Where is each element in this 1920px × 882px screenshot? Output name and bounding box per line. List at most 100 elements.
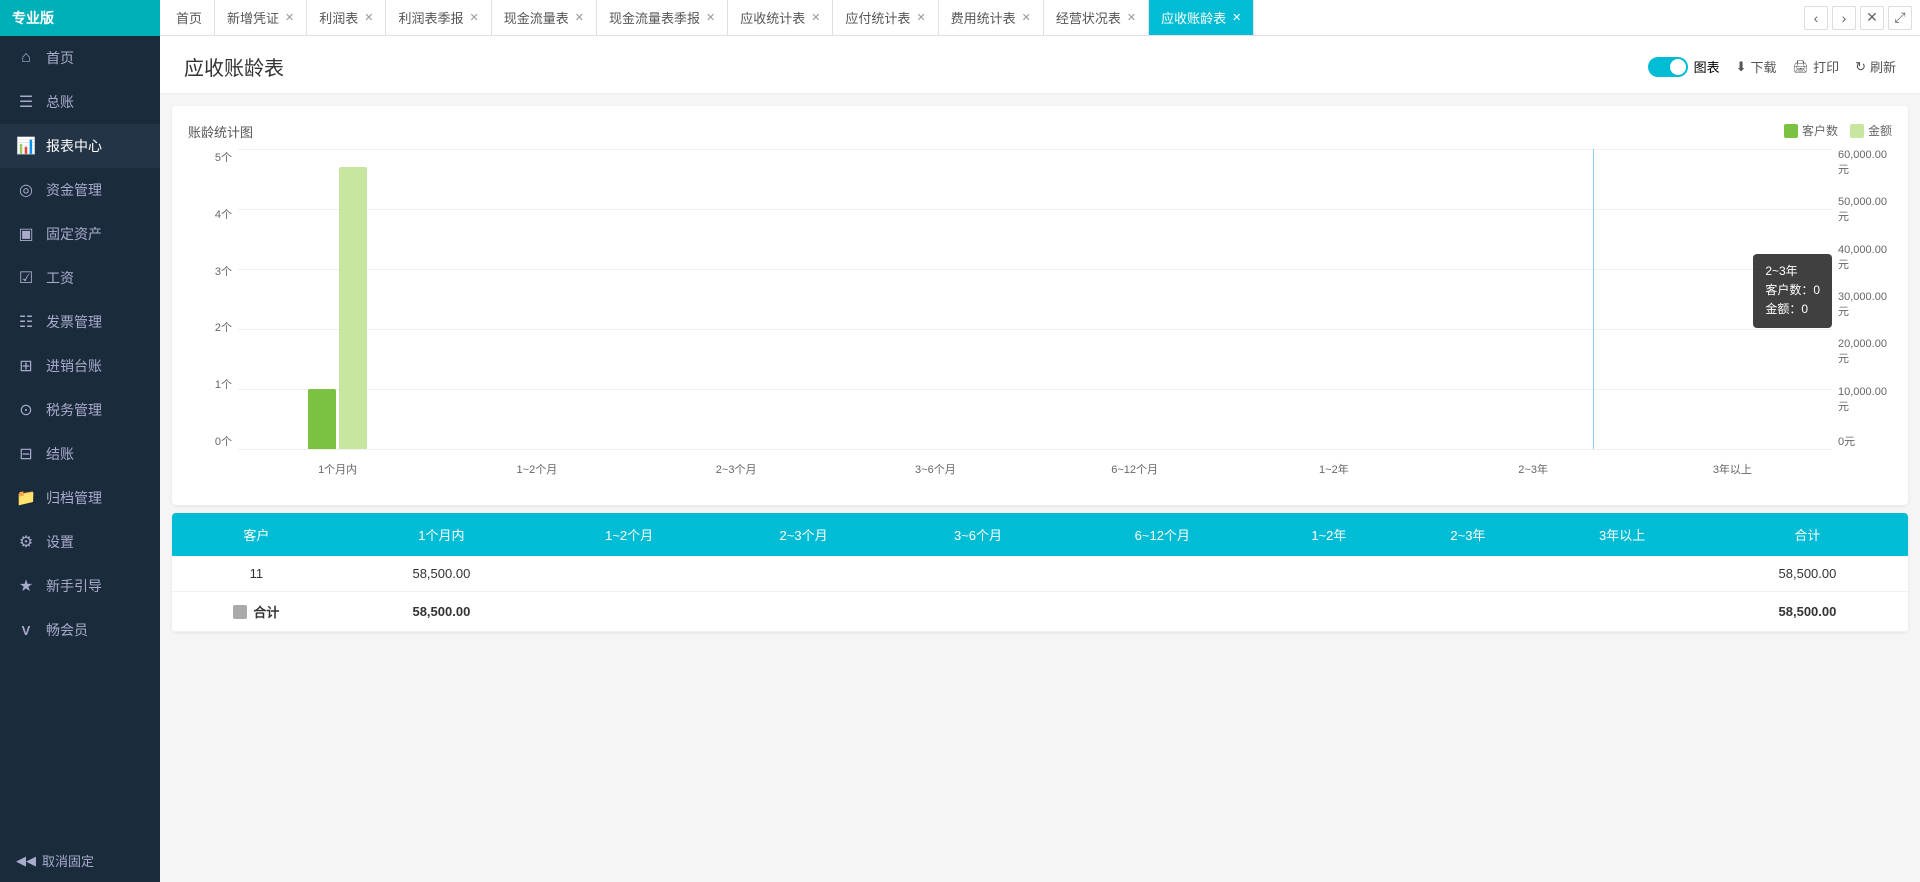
sidebar-item-member[interactable]: V 畅会员 — [0, 608, 160, 652]
sidebar-label-purchase: 进销台账 — [46, 356, 102, 376]
tax-icon: ⊙ — [16, 400, 36, 420]
header-actions: 图表 ⬇ 下载 🖨 打印 ↻ 刷新 — [1648, 57, 1896, 77]
legend-customers: 客户数 — [1784, 122, 1838, 139]
total-month36 — [891, 592, 1065, 632]
sidebar-item-home[interactable]: ⌂ 首页 — [0, 36, 160, 80]
tab-ar-stats[interactable]: 应收统计表 ✕ — [728, 0, 833, 36]
y-right-50k: 50,000.00元 — [1838, 196, 1892, 224]
tab-close-all-button[interactable]: ✕ — [1860, 6, 1884, 30]
print-icon: 🖨 — [1793, 59, 1810, 75]
sidebar-label-invoice: 发票管理 — [46, 312, 102, 332]
total-month1: 58,500.00 — [341, 592, 542, 632]
tooltip-category: 2~3年 — [1765, 262, 1820, 281]
tab-expense-stats[interactable]: 费用统计表 ✕ — [939, 0, 1044, 36]
sidebar-label-archive: 归档管理 — [46, 488, 102, 508]
unpin-label: 取消固定 — [42, 851, 94, 870]
x-axis: 1个月内 1~2个月 2~3个月 3~6个月 6~12个月 1~2年 2~3年 … — [238, 449, 1832, 489]
bar-group-month36 — [836, 149, 1035, 449]
tab-voucher[interactable]: 新增凭证 ✕ — [215, 0, 307, 36]
sidebar-item-reports[interactable]: 📊 报表中心 — [0, 124, 160, 168]
tab-cashflow-quarterly[interactable]: 现金流量表季报 ✕ — [597, 0, 728, 36]
sidebar-item-ledger[interactable]: ☰ 总账 — [0, 80, 160, 124]
row-month1: 58,500.00 — [341, 556, 542, 592]
toggle-track[interactable] — [1648, 57, 1688, 77]
sidebar-item-closing[interactable]: ⊟ 结账 — [0, 432, 160, 476]
tab-prev-button[interactable]: ‹ — [1804, 6, 1828, 30]
sidebar-item-archive[interactable]: 📁 归档管理 — [0, 476, 160, 520]
tab-ar-stats-close[interactable]: ✕ — [811, 11, 820, 24]
tab-voucher-close[interactable]: ✕ — [285, 11, 294, 24]
tab-ap-stats-close[interactable]: ✕ — [916, 11, 925, 24]
sidebar-item-tax[interactable]: ⊙ 税务管理 — [0, 388, 160, 432]
col-month36: 3~6个月 — [891, 513, 1065, 556]
toggle-thumb — [1670, 59, 1686, 75]
y-axis-left: 5个 4个 3个 2个 1个 0个 — [188, 149, 238, 449]
unpin-button[interactable]: ◀◀ 取消固定 — [0, 839, 160, 882]
refresh-button[interactable]: ↻ 刷新 — [1855, 57, 1896, 76]
tab-ar-aging[interactable]: 应收账龄表 ✕ — [1149, 0, 1254, 36]
tab-ap-stats[interactable]: 应付统计表 ✕ — [833, 0, 938, 36]
row-month36 — [891, 556, 1065, 592]
total-icon — [233, 605, 247, 619]
page-title: 应收账龄表 — [184, 52, 284, 81]
sidebar-label-salary: 工资 — [46, 268, 74, 288]
tab-cashflow-quarterly-close[interactable]: ✕ — [706, 11, 715, 24]
tab-next-button[interactable]: › — [1832, 6, 1856, 30]
sidebar-label-assets: 固定资产 — [46, 224, 102, 244]
sidebar-item-invoice[interactable]: ☷ 发票管理 — [0, 300, 160, 344]
tab-profit-close[interactable]: ✕ — [364, 11, 373, 24]
sidebar-label-tax: 税务管理 — [46, 400, 102, 420]
row-year3plus — [1537, 556, 1706, 592]
sidebar-item-guide[interactable]: ★ 新手引导 — [0, 564, 160, 608]
bar-group-year23 — [1434, 149, 1633, 449]
tab-maximize-button[interactable]: ⤢ — [1888, 6, 1912, 30]
tab-profit-quarterly-close[interactable]: ✕ — [470, 11, 479, 24]
chart-crosshair — [1593, 149, 1594, 449]
sidebar-item-assets[interactable]: ▣ 固定资产 — [0, 212, 160, 256]
tab-profit[interactable]: 利润表 ✕ — [307, 0, 386, 36]
purchase-icon: ⊞ — [16, 356, 36, 376]
download-button[interactable]: ⬇ 下载 — [1736, 57, 1777, 76]
row-year12 — [1259, 556, 1398, 592]
chart-container: 5个 4个 3个 2个 1个 0个 — [188, 149, 1892, 489]
content-scroll-area: 应收账龄表 图表 ⬇ 下载 🖨 打印 ↻ 刷新 — [160, 36, 1920, 882]
sidebar-label-reports: 报表中心 — [46, 136, 102, 156]
y-axis-right: 60,000.00元 50,000.00元 40,000.00元 30,000.… — [1832, 149, 1892, 449]
tab-ar-stats-label: 应收统计表 — [740, 8, 805, 27]
sidebar-item-purchase[interactable]: ⊞ 进销台账 — [0, 344, 160, 388]
x-label-month36: 3~6个月 — [836, 449, 1035, 489]
tab-home[interactable]: 首页 — [164, 0, 215, 36]
tab-cashflow[interactable]: 现金流量表 ✕ — [492, 0, 597, 36]
tab-ops-status-close[interactable]: ✕ — [1127, 11, 1136, 24]
total-month12 — [542, 592, 716, 632]
row-month12 — [542, 556, 716, 592]
tab-ar-aging-close[interactable]: ✕ — [1232, 11, 1241, 24]
tab-ops-status-label: 经营状况表 — [1056, 8, 1121, 27]
y-left-2: 2个 — [215, 319, 232, 335]
col-year23: 2~3年 — [1398, 513, 1537, 556]
tab-ops-status[interactable]: 经营状况表 ✕ — [1044, 0, 1149, 36]
sidebar-item-salary[interactable]: ☑ 工资 — [0, 256, 160, 300]
total-label-text: 合计 — [253, 602, 279, 621]
y-left-4: 4个 — [215, 206, 232, 222]
sidebar-label-guide: 新手引导 — [46, 576, 102, 596]
chart-toggle[interactable]: 图表 — [1648, 57, 1720, 77]
download-icon: ⬇ — [1736, 59, 1747, 75]
print-button[interactable]: 🖨 打印 — [1793, 57, 1840, 76]
tab-expense-stats-label: 费用统计表 — [951, 8, 1016, 27]
tab-cashflow-label: 现金流量表 — [504, 8, 569, 27]
col-year3plus: 3年以上 — [1537, 513, 1706, 556]
sidebar-item-settings[interactable]: ⚙ 设置 — [0, 520, 160, 564]
bar-customers-month1 — [308, 389, 336, 449]
salary-icon: ☑ — [16, 268, 36, 288]
y-right-0: 0元 — [1838, 433, 1855, 449]
tab-expense-stats-close[interactable]: ✕ — [1022, 11, 1031, 24]
assets-icon: ▣ — [16, 224, 36, 244]
tab-cashflow-close[interactable]: ✕ — [575, 11, 584, 24]
col-total: 合计 — [1707, 513, 1908, 556]
sidebar-label-home: 首页 — [46, 48, 74, 68]
refresh-icon: ↻ — [1855, 59, 1866, 75]
tab-profit-quarterly[interactable]: 利润表季报 ✕ — [386, 0, 491, 36]
chart-tooltip: 2~3年 客户数：0 金额：0 — [1753, 254, 1832, 328]
sidebar-item-funds[interactable]: ◎ 资金管理 — [0, 168, 160, 212]
